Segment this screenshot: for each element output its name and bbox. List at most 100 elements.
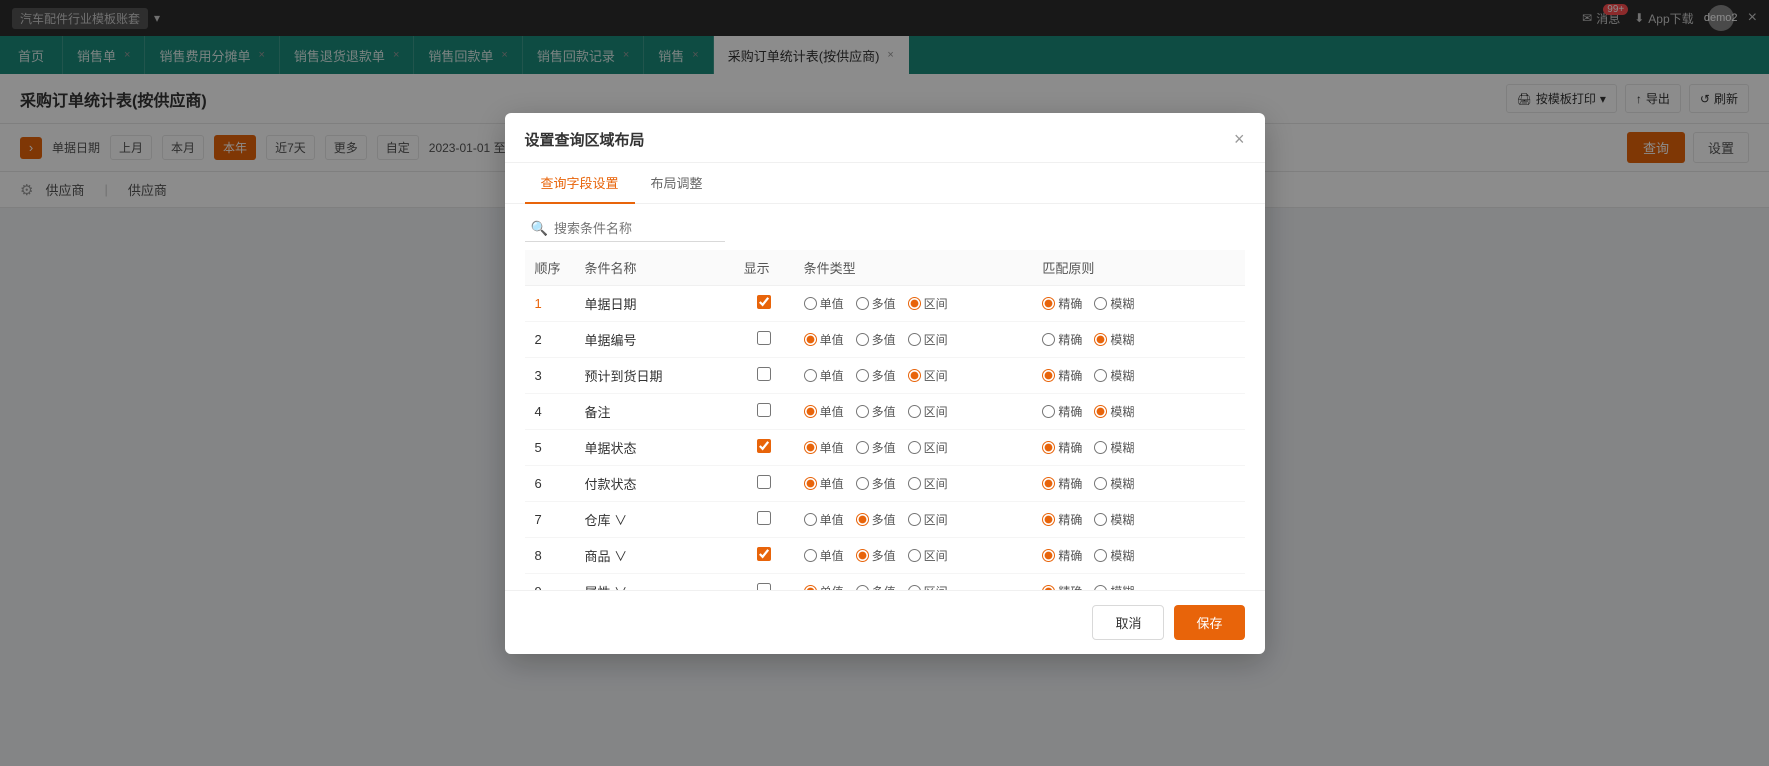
match-fuzzy-label[interactable]: 模糊 [1094,583,1134,590]
match-fuzzy-label[interactable]: 模糊 [1094,439,1134,456]
match-fuzzy-radio[interactable] [1094,513,1107,526]
match-fuzzy-label[interactable]: 模糊 [1094,295,1134,312]
type-multi-label[interactable]: 多值 [856,367,896,384]
type-single-radio[interactable] [804,549,817,562]
show-checkbox[interactable] [757,331,771,345]
type-multi-label[interactable]: 多值 [856,295,896,312]
type-range-label[interactable]: 区间 [908,295,948,312]
show-checkbox[interactable] [757,511,771,525]
match-exact-radio[interactable] [1042,549,1055,562]
type-range-radio[interactable] [908,513,921,526]
match-fuzzy-label[interactable]: 模糊 [1094,475,1134,492]
type-single-label[interactable]: 单值 [804,475,844,492]
dialog-tab-layout[interactable]: 布局调整 [635,163,719,204]
type-multi-radio[interactable] [856,513,869,526]
type-multi-radio[interactable] [856,441,869,454]
match-exact-radio[interactable] [1042,369,1055,382]
type-single-radio[interactable] [804,441,817,454]
type-range-radio[interactable] [908,441,921,454]
type-multi-label[interactable]: 多值 [856,439,896,456]
type-range-label[interactable]: 区间 [908,547,948,564]
type-range-label[interactable]: 区间 [908,367,948,384]
type-multi-radio[interactable] [856,333,869,346]
show-checkbox[interactable] [757,583,771,590]
match-exact-radio[interactable] [1042,297,1055,310]
type-range-label[interactable]: 区间 [908,583,948,590]
show-checkbox[interactable] [757,367,771,381]
type-range-label[interactable]: 区间 [908,475,948,492]
type-single-label[interactable]: 单值 [804,583,844,590]
type-single-label[interactable]: 单值 [804,331,844,348]
match-exact-radio[interactable] [1042,513,1055,526]
match-fuzzy-radio[interactable] [1094,549,1107,562]
match-exact-label[interactable]: 精确 [1042,511,1082,528]
cancel-button[interactable]: 取消 [1092,605,1164,640]
type-multi-radio[interactable] [856,405,869,418]
type-single-label[interactable]: 单值 [804,547,844,564]
match-exact-label[interactable]: 精确 [1042,439,1082,456]
match-fuzzy-label[interactable]: 模糊 [1094,403,1134,420]
type-single-label[interactable]: 单值 [804,367,844,384]
match-exact-label[interactable]: 精确 [1042,475,1082,492]
type-range-label[interactable]: 区间 [908,331,948,348]
type-multi-label[interactable]: 多值 [856,547,896,564]
type-range-radio[interactable] [908,297,921,310]
type-range-label[interactable]: 区间 [908,439,948,456]
match-exact-radio[interactable] [1042,441,1055,454]
search-input[interactable] [554,221,714,236]
match-exact-label[interactable]: 精确 [1042,583,1082,590]
type-single-radio[interactable] [804,405,817,418]
type-multi-radio[interactable] [856,297,869,310]
type-single-radio[interactable] [804,297,817,310]
type-multi-radio[interactable] [856,477,869,490]
show-checkbox[interactable] [757,475,771,489]
type-multi-label[interactable]: 多值 [856,475,896,492]
type-multi-label[interactable]: 多值 [856,403,896,420]
match-fuzzy-label[interactable]: 模糊 [1094,331,1134,348]
type-single-radio[interactable] [804,369,817,382]
match-fuzzy-label[interactable]: 模糊 [1094,367,1134,384]
type-single-label[interactable]: 单值 [804,511,844,528]
match-fuzzy-radio[interactable] [1094,369,1107,382]
type-range-radio[interactable] [908,549,921,562]
show-checkbox[interactable] [757,547,771,561]
match-fuzzy-label[interactable]: 模糊 [1094,547,1134,564]
type-range-radio[interactable] [908,405,921,418]
type-range-label[interactable]: 区间 [908,403,948,420]
match-exact-label[interactable]: 精确 [1042,367,1082,384]
match-exact-label[interactable]: 精确 [1042,547,1082,564]
type-range-radio[interactable] [908,477,921,490]
type-range-label[interactable]: 区间 [908,511,948,528]
match-exact-radio[interactable] [1042,333,1055,346]
type-single-label[interactable]: 单值 [804,403,844,420]
match-fuzzy-radio[interactable] [1094,405,1107,418]
type-multi-radio[interactable] [856,369,869,382]
match-exact-radio[interactable] [1042,405,1055,418]
match-fuzzy-radio[interactable] [1094,477,1107,490]
show-checkbox[interactable] [757,295,771,309]
type-multi-label[interactable]: 多值 [856,511,896,528]
dialog-tab-query-fields[interactable]: 查询字段设置 [525,163,635,204]
type-range-radio[interactable] [908,369,921,382]
type-multi-radio[interactable] [856,549,869,562]
match-fuzzy-radio[interactable] [1094,441,1107,454]
match-exact-label[interactable]: 精确 [1042,295,1082,312]
match-fuzzy-radio[interactable] [1094,333,1107,346]
type-single-radio[interactable] [804,333,817,346]
type-single-radio[interactable] [804,477,817,490]
type-multi-label[interactable]: 多值 [856,331,896,348]
type-single-label[interactable]: 单值 [804,295,844,312]
match-fuzzy-radio[interactable] [1094,297,1107,310]
match-exact-label[interactable]: 精确 [1042,331,1082,348]
match-exact-label[interactable]: 精确 [1042,403,1082,420]
match-fuzzy-label[interactable]: 模糊 [1094,511,1134,528]
type-single-label[interactable]: 单值 [804,439,844,456]
dialog-close-button[interactable]: × [1234,130,1245,148]
type-multi-label[interactable]: 多值 [856,583,896,590]
show-checkbox[interactable] [757,439,771,453]
type-range-radio[interactable] [908,333,921,346]
show-checkbox[interactable] [757,403,771,417]
match-exact-radio[interactable] [1042,477,1055,490]
save-button[interactable]: 保存 [1174,605,1244,640]
type-single-radio[interactable] [804,513,817,526]
